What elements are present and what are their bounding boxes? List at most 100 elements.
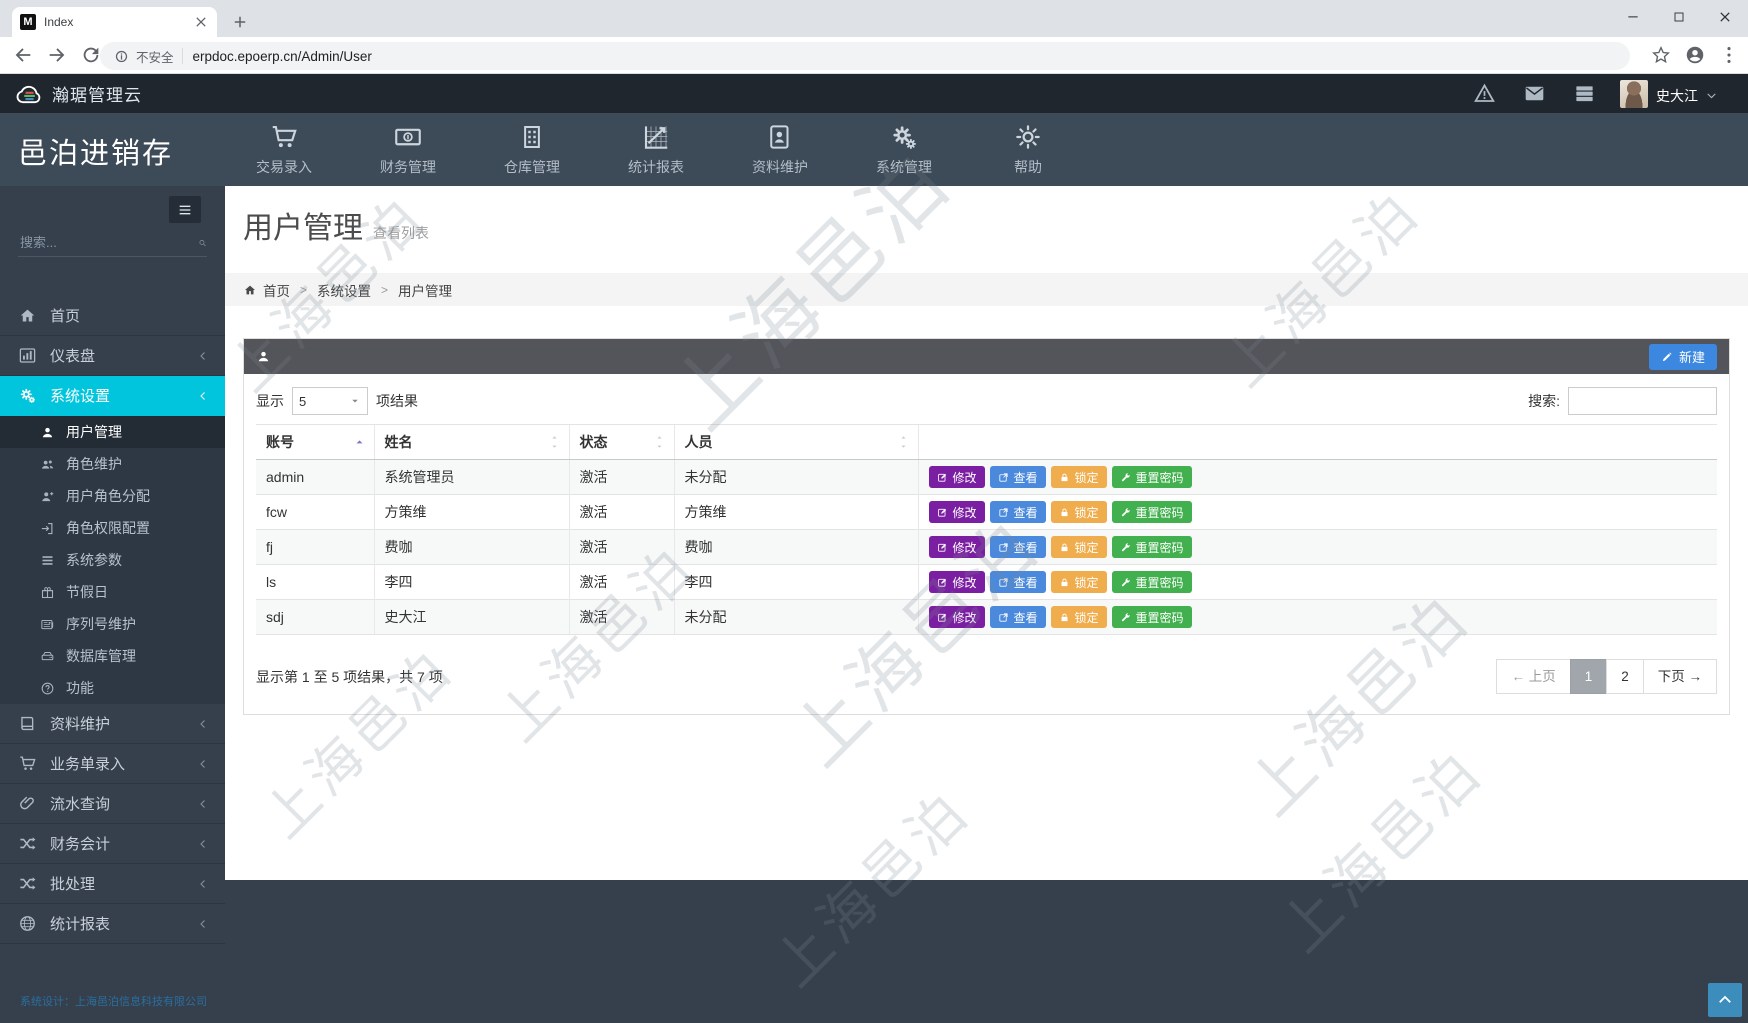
breadcrumb-item[interactable]: 首页 [263, 280, 290, 300]
action-button-external-link[interactable]: 查看 [989, 571, 1046, 593]
window-minimize-button[interactable] [1610, 0, 1656, 33]
sidebar-subitem-label: 序列号维护 [66, 616, 136, 632]
action-button-external-link[interactable]: 查看 [989, 501, 1046, 523]
column-header[interactable]: 账号 [256, 424, 374, 460]
browser-profile-icon[interactable] [1684, 44, 1706, 66]
top-menu-item-building[interactable]: 仓库管理 [470, 113, 594, 186]
browser-toolbar: 不安全 erpdoc.epoerp.cn/Admin/User [0, 37, 1748, 74]
sidebar-item[interactable]: 仪表盘 [0, 336, 225, 376]
tasks-icon[interactable] [1573, 82, 1596, 105]
top-menu-item-sun[interactable]: 帮助 [966, 113, 1090, 186]
url-bar[interactable]: 不安全 erpdoc.epoerp.cn/Admin/User [100, 42, 1630, 70]
page-subtitle: 查看列表 [373, 225, 429, 241]
sidebar-item[interactable]: 业务单录入 [0, 744, 225, 784]
sidebar-item[interactable]: 资料维护 [0, 704, 225, 744]
top-menu-item-label: 系统管理 [876, 159, 932, 175]
action-button-external-link[interactable]: 查看 [989, 606, 1046, 628]
sidebar-item[interactable]: 流水查询 [0, 784, 225, 824]
new-tab-button[interactable] [228, 10, 252, 34]
page-length-select[interactable]: 5 [292, 387, 368, 415]
pagination-prev[interactable]: ← 上页 [1496, 659, 1571, 694]
action-button-wrench[interactable]: 重置密码 [1111, 571, 1192, 593]
newspaper-icon [40, 617, 55, 632]
sidebar-item[interactable]: 系统设置 [0, 376, 225, 416]
sort-icon[interactable] [653, 433, 666, 451]
back-to-top-button[interactable] [1708, 983, 1742, 1017]
cell-person: 李四 [673, 564, 918, 600]
window-maximize-button[interactable] [1656, 0, 1702, 33]
window-close-button[interactable] [1702, 0, 1748, 33]
sidebar-subitem[interactable]: 角色维护 [0, 448, 225, 480]
action-button-lock[interactable]: 锁定 [1050, 466, 1107, 488]
site-info-icon[interactable] [114, 49, 129, 64]
sidebar-subitem[interactable]: 序列号维护 [0, 608, 225, 640]
top-menu-item-cart[interactable]: 交易录入 [222, 113, 346, 186]
sort-icon[interactable] [897, 433, 910, 451]
sidebar-subitem[interactable]: 节假日 [0, 576, 225, 608]
top-menu-item-gears[interactable]: 系统管理 [842, 113, 966, 186]
bookmark-star-icon[interactable] [1650, 44, 1672, 66]
top-menu-item-id-card[interactable]: 资料维护 [718, 113, 842, 186]
sidebar-subitem[interactable]: 数据库管理 [0, 640, 225, 672]
sidebar-subitem[interactable]: 系统参数 [0, 544, 225, 576]
search-icon[interactable] [198, 236, 207, 250]
action-button-lock[interactable]: 锁定 [1050, 606, 1107, 628]
user-name[interactable]: 史大江 [1656, 86, 1698, 106]
sidebar-subitem[interactable]: 功能 [0, 672, 225, 704]
action-button-pencil-square[interactable]: 修改 [928, 466, 985, 488]
action-button-wrench[interactable]: 重置密码 [1111, 606, 1192, 628]
refresh-button[interactable] [80, 44, 102, 66]
pagination-page[interactable]: 1 [1569, 659, 1608, 694]
sidebar-item[interactable]: 财务会计 [0, 824, 225, 864]
forward-button[interactable] [46, 44, 68, 66]
action-button-wrench[interactable]: 重置密码 [1111, 466, 1192, 488]
back-button[interactable] [12, 44, 34, 66]
breadcrumb-item[interactable]: 用户管理 [398, 280, 452, 300]
column-header[interactable]: 人员 [673, 424, 918, 460]
action-button-external-link[interactable]: 查看 [989, 536, 1046, 558]
sort-icon[interactable] [548, 433, 561, 451]
action-button-wrench[interactable]: 重置密码 [1111, 536, 1192, 558]
column-header[interactable]: 姓名 [373, 424, 569, 460]
sidebar-item[interactable]: 批处理 [0, 864, 225, 904]
pagination-page[interactable]: 2 [1606, 659, 1644, 694]
pagination-next[interactable]: 下页 → [1642, 659, 1717, 694]
browser-menu-icon[interactable] [1718, 44, 1740, 66]
sidebar-subitem-label: 功能 [66, 680, 94, 696]
table-body: admin 系统管理员 激活 未分配 修改 查看 锁定 重置密码 fcw 方策维 激活 方策维 修改 查看… [256, 459, 1717, 635]
sidebar-item[interactable]: 统计报表 [0, 904, 225, 944]
chevron-down-icon[interactable] [1705, 89, 1718, 102]
browser-tab[interactable]: M Index [12, 7, 217, 37]
sidebar-subitem[interactable]: 用户角色分配 [0, 480, 225, 512]
sidebar-subitem[interactable]: 角色权限配置 [0, 512, 225, 544]
action-button-lock[interactable]: 锁定 [1050, 571, 1107, 593]
action-button-lock[interactable]: 锁定 [1050, 501, 1107, 523]
column-header[interactable]: 状态 [568, 424, 674, 460]
action-button-lock[interactable]: 锁定 [1050, 536, 1107, 558]
action-button-pencil-square[interactable]: 修改 [928, 606, 985, 628]
top-menu-item-stats[interactable]: 统计报表 [594, 113, 718, 186]
user-avatar[interactable] [1620, 80, 1648, 108]
table-search-input[interactable] [1568, 387, 1717, 415]
sort-icon[interactable] [353, 436, 366, 449]
sidebar-subitem[interactable]: 用户管理 [0, 416, 225, 448]
alerts-icon[interactable] [1473, 82, 1496, 105]
sidebar-search-input[interactable] [18, 234, 198, 251]
action-button-pencil-square[interactable]: 修改 [928, 571, 985, 593]
action-button-external-link[interactable]: 查看 [989, 466, 1046, 488]
action-button-pencil-square[interactable]: 修改 [928, 536, 985, 558]
cell-name: 系统管理员 [373, 459, 569, 495]
tab-close-icon[interactable] [193, 14, 209, 30]
breadcrumb-item[interactable]: 系统设置 [317, 280, 371, 300]
cart-icon [18, 754, 37, 773]
sidebar-toggle-button[interactable] [169, 196, 201, 223]
action-button-pencil-square[interactable]: 修改 [928, 501, 985, 523]
action-button-label: 重置密码 [1135, 575, 1184, 590]
sidebar-item[interactable]: 首页 [0, 296, 225, 336]
action-button-wrench[interactable]: 重置密码 [1111, 501, 1192, 523]
top-menu-item-money[interactable]: 财务管理 [346, 113, 470, 186]
messages-icon[interactable] [1523, 82, 1546, 105]
breadcrumb-separator: > [300, 282, 308, 297]
top-icon-menu: 交易录入 财务管理 仓库管理 统计报表 资料维护 系统管理 帮助 [222, 113, 1090, 186]
new-button[interactable]: 新建 [1648, 343, 1717, 370]
